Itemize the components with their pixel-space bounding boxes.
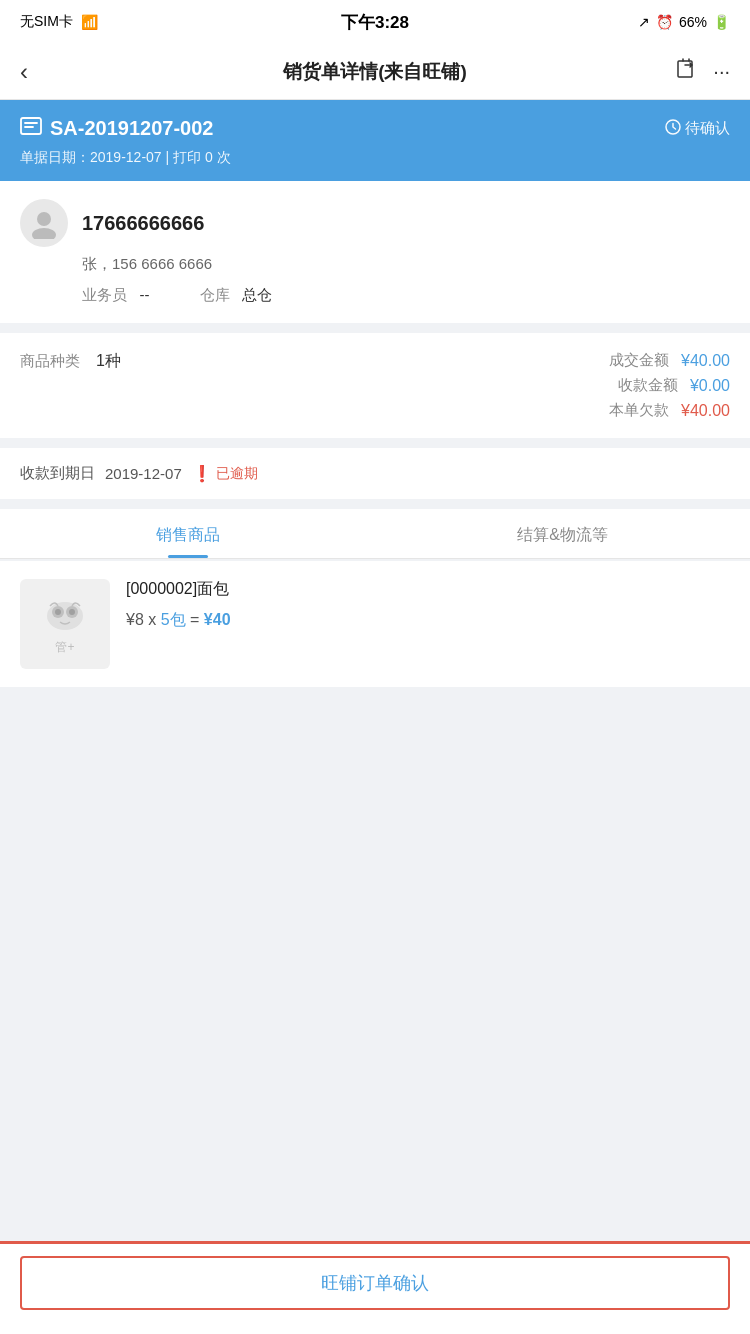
clock-icon [665, 119, 681, 138]
customer-name: 张，156 6666 6666 [20, 255, 730, 274]
received-amount-value: ¥0.00 [690, 377, 730, 395]
order-icon [20, 116, 42, 141]
svg-point-10 [69, 609, 75, 615]
svg-point-9 [55, 609, 61, 615]
due-date-label: 收款到期日 [20, 464, 95, 483]
svg-point-6 [47, 602, 83, 630]
product-price: ¥8 [126, 611, 144, 628]
customer-meta: 业务员 -- 仓库 总仓 [20, 286, 730, 305]
status-right: ↗ ⏰ 66% 🔋 [638, 14, 730, 30]
battery-text: 66% [679, 14, 707, 30]
empty-area [0, 697, 750, 897]
warehouse-field: 仓库 总仓 [200, 286, 273, 305]
status-left: 无SIM卡 📶 [20, 13, 98, 31]
owed-amount-label: 本单欠款 [609, 401, 669, 420]
due-date-section: 收款到期日 2019-12-07 ❗ 已逾期 [0, 448, 750, 499]
back-button[interactable]: ‹ [12, 50, 36, 94]
share-button[interactable] [675, 58, 697, 85]
product-calculation: ¥8 x 5包 = ¥40 [126, 610, 730, 631]
product-type-value: 1种 [96, 351, 121, 372]
overdue-badge: ❗ 已逾期 [192, 464, 258, 483]
bottom-bar: 旺铺订单确认 [0, 1241, 750, 1334]
battery-icon: 🔋 [713, 14, 730, 30]
customer-avatar [20, 199, 68, 247]
page-title: 销货单详情(来自旺铺) [283, 59, 467, 85]
overdue-icon: ❗ [192, 464, 212, 483]
deal-amount-row: 成交金额 ¥40.00 [609, 351, 730, 370]
svg-point-5 [32, 228, 56, 239]
customer-phone: 17666666666 [82, 212, 204, 235]
warehouse-label: 仓库 [200, 286, 230, 303]
product-section: 管+ [0000002]面包 ¥8 x 5包 = ¥40 [0, 561, 750, 687]
product-thumbnail: 管+ [20, 579, 110, 669]
customer-section: 17666666666 张，156 6666 6666 业务员 -- 仓库 总仓 [0, 181, 750, 323]
deal-amount-value: ¥40.00 [681, 352, 730, 370]
nav-actions: ··· [675, 58, 730, 85]
received-amount-label: 收款金额 [618, 376, 678, 395]
svg-point-4 [37, 212, 51, 226]
salesperson-label: 业务员 [82, 286, 127, 303]
svg-rect-1 [21, 118, 41, 134]
status-time: 下午3:28 [341, 11, 409, 34]
product-quantity: 5包 [161, 611, 186, 628]
due-date-value: 2019-12-07 [105, 465, 182, 482]
product-logo [40, 592, 90, 637]
order-status: 待确认 [665, 119, 730, 138]
summary-section: 商品种类 1种 成交金额 ¥40.00 收款金额 ¥0.00 本单欠款 ¥40.… [0, 333, 750, 438]
tabs-row: 销售商品 结算&物流等 [0, 509, 750, 559]
nav-bar: ‹ 销货单详情(来自旺铺) ··· [0, 44, 750, 100]
salesperson-value: -- [140, 286, 150, 303]
order-header: SA-20191207-002 待确认 单据日期：2019-12-07 | 打印… [0, 100, 750, 181]
more-button[interactable]: ··· [713, 60, 730, 83]
location-icon: ↗ [638, 14, 650, 30]
brand-text: 管+ [55, 639, 74, 656]
product-row: 管+ [0000002]面包 ¥8 x 5包 = ¥40 [20, 579, 730, 669]
owed-amount-value: ¥40.00 [681, 402, 730, 420]
carrier-text: 无SIM卡 [20, 13, 73, 31]
tab-settlement[interactable]: 结算&物流等 [375, 509, 750, 558]
warehouse-value: 总仓 [242, 286, 272, 303]
owed-amount-row: 本单欠款 ¥40.00 [609, 401, 730, 420]
overdue-text: 已逾期 [216, 465, 258, 483]
deal-amount-label: 成交金额 [609, 351, 669, 370]
wifi-icon: 📶 [81, 14, 98, 30]
amounts-section: 成交金额 ¥40.00 收款金额 ¥0.00 本单欠款 ¥40.00 [609, 351, 730, 420]
alarm-icon: ⏰ [656, 14, 673, 30]
tabs-section: 销售商品 结算&物流等 [0, 509, 750, 559]
product-info: [0000002]面包 ¥8 x 5包 = ¥40 [126, 579, 730, 631]
received-amount-row: 收款金额 ¥0.00 [618, 376, 730, 395]
status-bar: 无SIM卡 📶 下午3:28 ↗ ⏰ 66% 🔋 [0, 0, 750, 44]
product-multiply: x [148, 611, 160, 628]
product-name: [0000002]面包 [126, 579, 730, 600]
tab-sales-products[interactable]: 销售商品 [0, 509, 375, 558]
order-date: 单据日期：2019-12-07 | 打印 0 次 [20, 149, 730, 167]
order-id: SA-20191207-002 [20, 116, 213, 141]
salesperson-field: 业务员 -- [82, 286, 150, 305]
product-type-label: 商品种类 [20, 352, 80, 371]
product-total: ¥40 [204, 611, 231, 628]
confirm-button[interactable]: 旺铺订单确认 [20, 1256, 730, 1310]
product-equals: = [190, 611, 204, 628]
